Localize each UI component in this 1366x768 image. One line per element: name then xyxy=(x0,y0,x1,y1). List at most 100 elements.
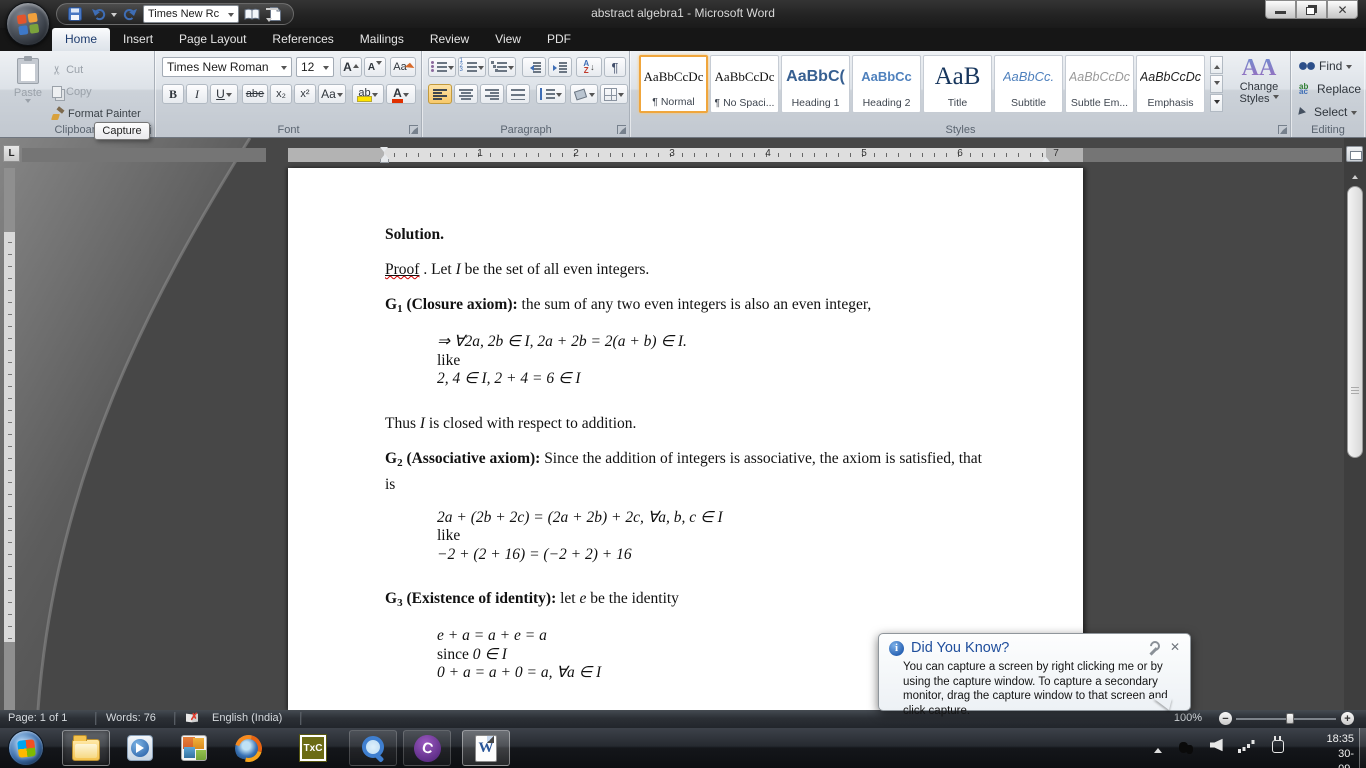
font-dialog-launcher[interactable] xyxy=(409,125,418,134)
sort-button[interactable]: AZ ↓ xyxy=(576,57,602,77)
tab-references[interactable]: References xyxy=(259,28,346,51)
style-subtitle[interactable]: AaBbCc. Subtitle xyxy=(994,55,1063,113)
borders-button[interactable] xyxy=(600,84,628,104)
network-signal-icon[interactable] xyxy=(1238,740,1254,753)
taskbar-explorer-button[interactable] xyxy=(62,730,110,766)
subscript-button[interactable]: x₂ xyxy=(270,84,292,104)
show-desktop-button[interactable] xyxy=(1359,728,1366,768)
start-button[interactable] xyxy=(8,730,44,766)
tab-insert[interactable]: Insert xyxy=(110,28,166,51)
taskbar-search-button[interactable] xyxy=(349,730,397,766)
decrease-indent-button[interactable] xyxy=(522,57,546,77)
align-center-button[interactable] xyxy=(454,84,478,104)
tab-review[interactable]: Review xyxy=(417,28,482,51)
strikethrough-button[interactable]: abe xyxy=(242,84,268,104)
shrink-font-button[interactable]: A xyxy=(364,57,386,77)
print-preview-button[interactable] xyxy=(242,5,262,23)
style-normal[interactable]: AaBbCcDc ¶ Normal xyxy=(639,55,708,113)
justify-button[interactable] xyxy=(506,84,530,104)
paragraph-dialog-launcher[interactable] xyxy=(617,125,626,134)
tab-home[interactable]: Home xyxy=(52,28,111,51)
style-title[interactable]: AaB Title xyxy=(923,55,992,113)
style-heading-2[interactable]: AaBbCc Heading 2 xyxy=(852,55,921,113)
clock[interactable]: 18:35 30-09-2014 xyxy=(1326,732,1354,768)
scrollbar-thumb[interactable] xyxy=(1347,186,1363,458)
style-no-spaci[interactable]: AaBbCcDc ¶ No Spaci... xyxy=(710,55,779,113)
hanging-indent-marker[interactable] xyxy=(380,150,389,163)
close-button[interactable]: ✕ xyxy=(1327,0,1358,19)
taskbar-media-player-button[interactable] xyxy=(116,730,164,766)
close-icon[interactable]: ✕ xyxy=(1170,641,1180,653)
clear-formatting-button[interactable]: Aa ◥ xyxy=(390,57,416,77)
taskbar-texniccenter-button[interactable]: TxC xyxy=(289,730,337,766)
style-emphasis[interactable]: AaBbCcDc Emphasis xyxy=(1136,55,1205,113)
document-page[interactable]: Solution. Proof . Let I be the set of all… xyxy=(288,168,1083,710)
align-left-button[interactable] xyxy=(428,84,452,104)
increase-indent-button[interactable] xyxy=(548,57,572,77)
bullets-button[interactable] xyxy=(428,57,456,77)
scroll-up-button[interactable] xyxy=(1346,166,1364,184)
bold-button[interactable]: B xyxy=(162,84,184,104)
zoom-out-button[interactable]: − xyxy=(1219,712,1232,725)
capture-tool-tray-icon[interactable] xyxy=(1179,742,1188,753)
office-button[interactable] xyxy=(6,2,50,46)
minimize-button[interactable] xyxy=(1265,0,1296,19)
style-subtle-em[interactable]: AaBbCcDc Subtle Em... xyxy=(1065,55,1134,113)
font-color-button[interactable]: A xyxy=(386,84,416,104)
taskbar-word-button[interactable]: W xyxy=(462,730,510,766)
superscript-button[interactable]: x² xyxy=(294,84,316,104)
change-case-button[interactable]: Aa xyxy=(318,84,346,104)
numbering-button[interactable] xyxy=(458,57,486,77)
gallery-down-button[interactable] xyxy=(1210,75,1223,93)
vertical-scrollbar[interactable] xyxy=(1344,138,1366,710)
customize-qat-button[interactable] xyxy=(266,8,278,30)
highlight-button[interactable]: ab xyxy=(352,84,384,104)
taskbar-bittorrent-button[interactable]: C xyxy=(403,730,451,766)
find-button[interactable]: Find xyxy=(1299,59,1353,73)
tab-view[interactable]: View xyxy=(482,28,534,51)
language-indicator[interactable]: English (India) xyxy=(212,712,282,724)
volume-icon[interactable] xyxy=(1210,738,1223,752)
font-size-combo[interactable]: 12 xyxy=(296,57,334,77)
vertical-ruler[interactable] xyxy=(4,168,15,710)
replace-button[interactable]: ab ac Replace xyxy=(1299,82,1361,96)
cut-button[interactable]: ✂ Cut xyxy=(50,59,141,81)
line-spacing-button[interactable] xyxy=(536,84,566,104)
right-indent-marker[interactable] xyxy=(1042,153,1050,162)
wrench-icon[interactable] xyxy=(1148,641,1160,653)
save-button[interactable] xyxy=(65,5,85,23)
undo-dropdown-icon[interactable] xyxy=(111,12,117,20)
shading-button[interactable] xyxy=(570,84,598,104)
tab-stop-selector[interactable]: L xyxy=(3,145,20,162)
undo-button[interactable] xyxy=(88,5,108,23)
taskbar-photo-viewer-button[interactable] xyxy=(170,730,218,766)
gallery-up-button[interactable] xyxy=(1210,56,1223,74)
font-name-combo[interactable]: Times New Roman xyxy=(162,57,292,77)
tab-mailings[interactable]: Mailings xyxy=(347,28,417,51)
zoom-slider-thumb[interactable] xyxy=(1286,713,1294,724)
horizontal-ruler[interactable]: 1 2 3 4 5 6 7 xyxy=(22,146,1342,164)
power-plug-icon[interactable] xyxy=(1272,736,1284,753)
gallery-more-button[interactable] xyxy=(1210,94,1223,112)
qat-font-combo[interactable]: Times New Rc xyxy=(143,5,239,23)
underline-button[interactable]: U xyxy=(210,84,238,104)
paste-button[interactable]: Paste xyxy=(8,56,48,132)
style-heading-1[interactable]: AaBbC(Heading 1 xyxy=(781,55,850,113)
show-hide-button[interactable]: ¶ xyxy=(604,57,626,77)
word-count[interactable]: Words: 76 xyxy=(106,712,156,724)
styles-dialog-launcher[interactable] xyxy=(1278,125,1287,134)
italic-button[interactable]: I xyxy=(186,84,208,104)
redo-button[interactable] xyxy=(120,5,140,23)
grow-font-button[interactable]: A xyxy=(340,57,362,77)
taskbar-firefox-button[interactable] xyxy=(224,730,272,766)
proofing-error-icon[interactable]: ✗ xyxy=(186,712,200,724)
multilevel-list-button[interactable] xyxy=(488,57,516,77)
zoom-in-button[interactable]: + xyxy=(1341,712,1354,725)
restore-button[interactable] xyxy=(1296,0,1327,19)
tab-page-layout[interactable]: Page Layout xyxy=(166,28,259,51)
change-styles-button[interactable]: AA Change Styles xyxy=(1231,55,1287,117)
tab-pdf[interactable]: PDF xyxy=(534,28,584,51)
select-button[interactable]: Select xyxy=(1298,105,1358,119)
show-hidden-icons-button[interactable] xyxy=(1154,744,1162,753)
copy-button[interactable]: Copy xyxy=(52,81,141,103)
